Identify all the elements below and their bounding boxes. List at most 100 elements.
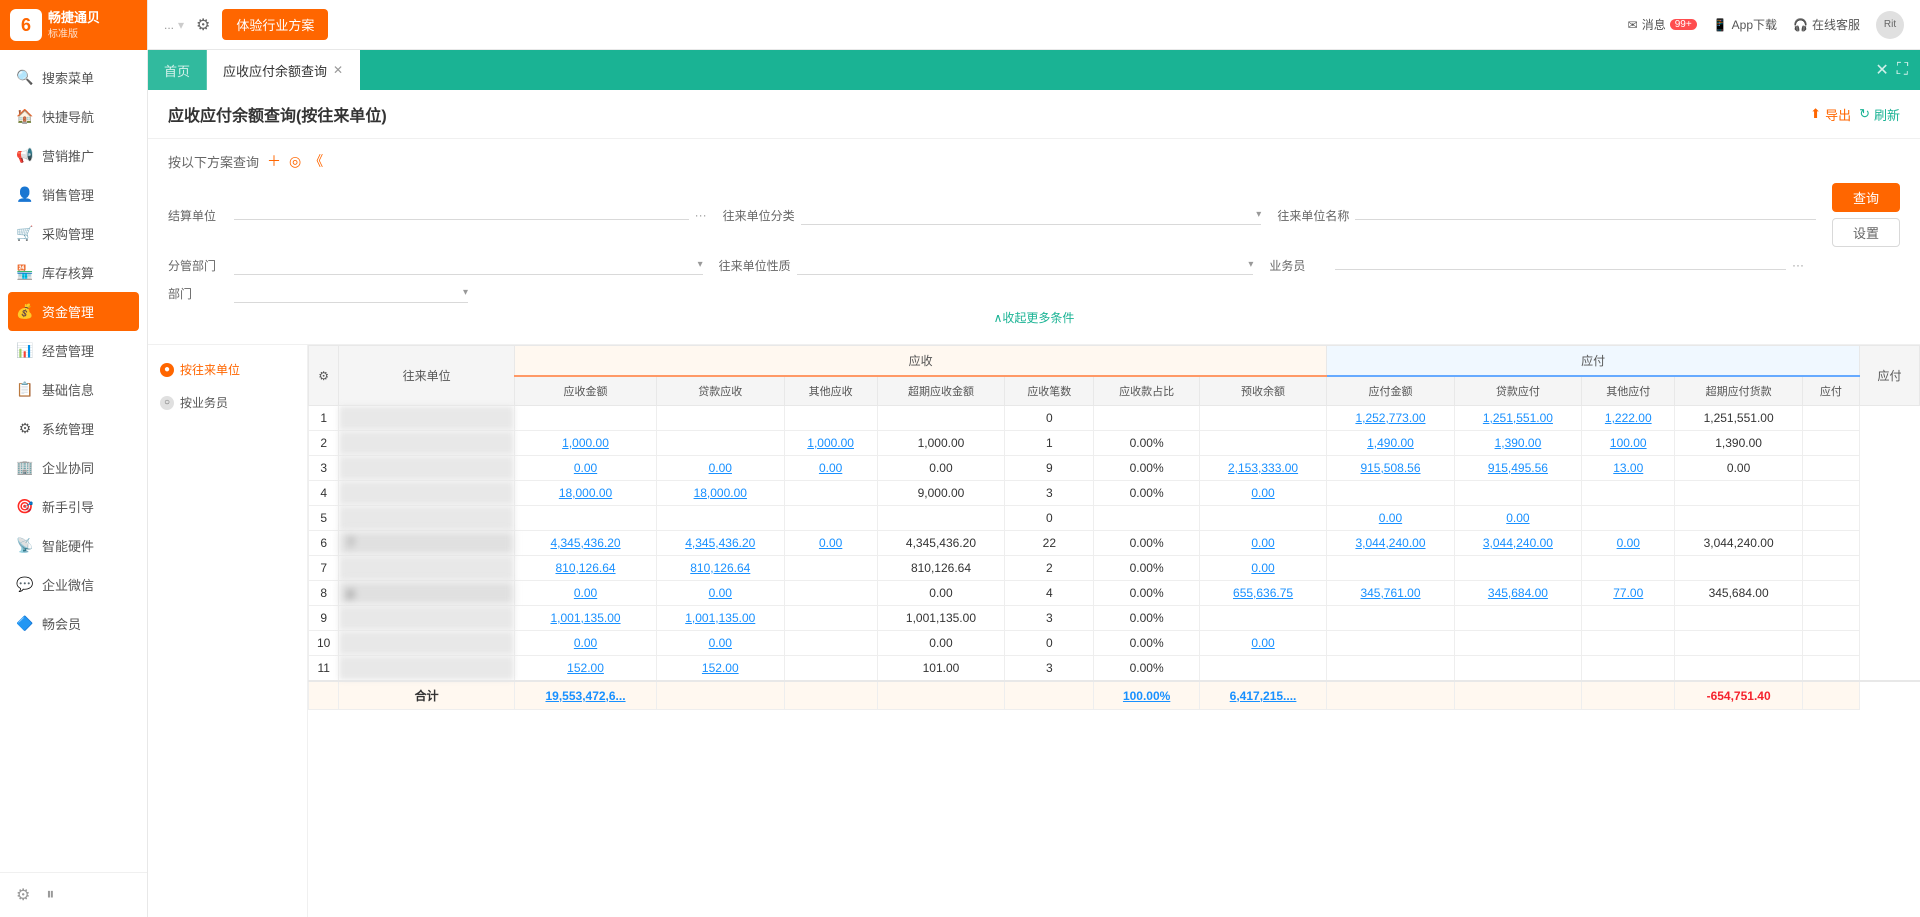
table-cell[interactable]: 4,345,436.20 bbox=[514, 531, 656, 556]
table-cell[interactable] bbox=[784, 506, 877, 531]
sidebar-item-operations[interactable]: 📊 经营管理 bbox=[0, 331, 147, 370]
settings-col-header[interactable]: ⚙ bbox=[309, 346, 339, 406]
table-cell[interactable]: 810,126.64 bbox=[514, 556, 656, 581]
filter-collapse-icon[interactable]: 《 bbox=[309, 151, 323, 171]
filter-add-button[interactable]: ＋ bbox=[267, 151, 281, 171]
table-cell[interactable] bbox=[1327, 631, 1454, 656]
table-cell[interactable] bbox=[1802, 606, 1859, 631]
salesperson-input[interactable] bbox=[1335, 261, 1786, 270]
table-cell[interactable]: 0.00 bbox=[1199, 556, 1326, 581]
table-cell[interactable] bbox=[1454, 481, 1581, 506]
table-cell[interactable] bbox=[514, 406, 656, 431]
table-cell[interactable]: 345,761.00 bbox=[1327, 581, 1454, 606]
table-cell[interactable] bbox=[1802, 531, 1859, 556]
sidebar-item-basic[interactable]: 📋 基础信息 bbox=[0, 370, 147, 409]
table-cell[interactable]: 0.00 bbox=[514, 456, 656, 481]
table-cell[interactable]: 0.00 bbox=[784, 531, 877, 556]
settlement-input[interactable] bbox=[234, 211, 689, 220]
table-cell[interactable]: 0.00 bbox=[1327, 506, 1454, 531]
sidebar-item-hardware[interactable]: 📡 智能硬件 bbox=[0, 526, 147, 565]
table-cell[interactable]: 915,495.56 bbox=[1454, 456, 1581, 481]
app-download-button[interactable]: 📱 App下载 bbox=[1713, 16, 1777, 33]
message-button[interactable]: ✉ 消息 99+ bbox=[1628, 16, 1697, 33]
partner-class-select[interactable]: ▾ bbox=[801, 205, 1262, 225]
table-cell[interactable]: 18,000.00 bbox=[657, 481, 784, 506]
trial-button[interactable]: 体验行业方案 bbox=[222, 9, 328, 40]
table-cell[interactable] bbox=[1582, 606, 1675, 631]
table-cell[interactable]: 152.00 bbox=[657, 656, 784, 682]
table-cell[interactable]: 1,390.00 bbox=[1454, 431, 1581, 456]
tab-close-all-icon[interactable]: ✕ bbox=[1875, 60, 1888, 80]
table-cell[interactable] bbox=[1802, 631, 1859, 656]
table-cell[interactable]: 1,251,551.00 bbox=[1454, 406, 1581, 431]
table-cell[interactable]: 77.00 bbox=[1582, 581, 1675, 606]
export-button[interactable]: ⬆ 导出 bbox=[1810, 105, 1851, 124]
online-service-button[interactable]: 🎧 在线客服 bbox=[1793, 16, 1860, 33]
salesperson-dots[interactable]: ··· bbox=[1792, 258, 1804, 272]
tab-expand-icon[interactable]: ⛶ bbox=[1897, 61, 1908, 79]
table-cell[interactable] bbox=[1327, 606, 1454, 631]
table-cell[interactable] bbox=[1454, 606, 1581, 631]
sidebar-item-quicknav[interactable]: 🏠 快捷导航 bbox=[0, 97, 147, 136]
tab-close-icon[interactable]: ✕ bbox=[333, 63, 343, 77]
footer-recv-amount[interactable]: 19,553,472,6... bbox=[514, 681, 656, 710]
sidebar-item-finance[interactable]: 💰 资金管理 bbox=[8, 292, 139, 331]
table-cell[interactable] bbox=[1582, 656, 1675, 682]
sidebar-item-marketing[interactable]: 📢 营销推广 bbox=[0, 136, 147, 175]
table-cell[interactable]: 0.00 bbox=[657, 631, 784, 656]
sidebar-item-sales[interactable]: 👤 销售管理 bbox=[0, 175, 147, 214]
table-cell[interactable]: 0.00 bbox=[1199, 481, 1326, 506]
table-cell[interactable] bbox=[1802, 406, 1859, 431]
table-cell[interactable] bbox=[1802, 556, 1859, 581]
table-cell[interactable] bbox=[784, 581, 877, 606]
table-cell[interactable] bbox=[1199, 656, 1326, 682]
table-cell[interactable]: 1,222.00 bbox=[1582, 406, 1675, 431]
refresh-button[interactable]: ↻ 刷新 bbox=[1859, 105, 1900, 124]
table-cell[interactable]: 18,000.00 bbox=[514, 481, 656, 506]
sidebar-item-enterprise[interactable]: 🏢 企业协同 bbox=[0, 448, 147, 487]
table-cell[interactable] bbox=[784, 556, 877, 581]
table-cell[interactable] bbox=[1199, 506, 1326, 531]
left-panel-item-partner[interactable]: ● 按往来单位 bbox=[148, 353, 307, 386]
table-cell[interactable] bbox=[657, 406, 784, 431]
department-select[interactable]: ▾ bbox=[234, 283, 468, 303]
partner-name-input[interactable] bbox=[1355, 211, 1816, 220]
tab-home[interactable]: 首页 bbox=[148, 50, 207, 90]
table-cell[interactable] bbox=[784, 631, 877, 656]
table-cell[interactable]: 4,345,436.20 bbox=[657, 531, 784, 556]
table-cell[interactable]: 655,636.75 bbox=[1199, 581, 1326, 606]
table-cell[interactable] bbox=[784, 606, 877, 631]
table-cell[interactable] bbox=[1802, 431, 1859, 456]
table-cell[interactable] bbox=[1454, 556, 1581, 581]
table-cell[interactable] bbox=[784, 656, 877, 682]
table-cell[interactable] bbox=[1802, 581, 1859, 606]
table-cell[interactable] bbox=[1454, 631, 1581, 656]
settings-button[interactable]: 设置 bbox=[1832, 218, 1900, 247]
table-cell[interactable] bbox=[784, 481, 877, 506]
sidebar-item-member[interactable]: 🔷 畅会员 bbox=[0, 604, 147, 643]
table-cell[interactable]: 3,044,240.00 bbox=[1327, 531, 1454, 556]
query-button[interactable]: 查询 bbox=[1832, 183, 1900, 212]
sidebar-item-purchase[interactable]: 🛒 采购管理 bbox=[0, 214, 147, 253]
table-cell[interactable] bbox=[1582, 506, 1675, 531]
table-cell[interactable] bbox=[1802, 656, 1859, 682]
table-cell[interactable] bbox=[1582, 556, 1675, 581]
table-cell[interactable]: 0.00 bbox=[514, 631, 656, 656]
gear-icon[interactable]: ⚙ bbox=[196, 15, 210, 35]
table-cell[interactable]: 915,508.56 bbox=[1327, 456, 1454, 481]
table-cell[interactable]: 3,044,240.00 bbox=[1454, 531, 1581, 556]
table-cell[interactable]: 0.00 bbox=[784, 456, 877, 481]
table-cell[interactable] bbox=[1199, 606, 1326, 631]
table-cell[interactable]: 345,684.00 bbox=[1454, 581, 1581, 606]
table-cell[interactable]: 2,153,333.00 bbox=[1199, 456, 1326, 481]
settings-footer-icon[interactable]: ⚙ bbox=[16, 885, 30, 905]
table-cell[interactable] bbox=[1199, 431, 1326, 456]
table-cell[interactable] bbox=[657, 431, 784, 456]
table-cell[interactable]: 13.00 bbox=[1582, 456, 1675, 481]
sidebar-item-guide[interactable]: 🎯 新手引导 bbox=[0, 487, 147, 526]
sidebar-item-system[interactable]: ⚙ 系统管理 bbox=[0, 409, 147, 448]
table-cell[interactable] bbox=[657, 506, 784, 531]
table-cell[interactable] bbox=[1454, 656, 1581, 682]
table-cell[interactable]: 1,000.00 bbox=[514, 431, 656, 456]
table-cell[interactable] bbox=[1802, 506, 1859, 531]
